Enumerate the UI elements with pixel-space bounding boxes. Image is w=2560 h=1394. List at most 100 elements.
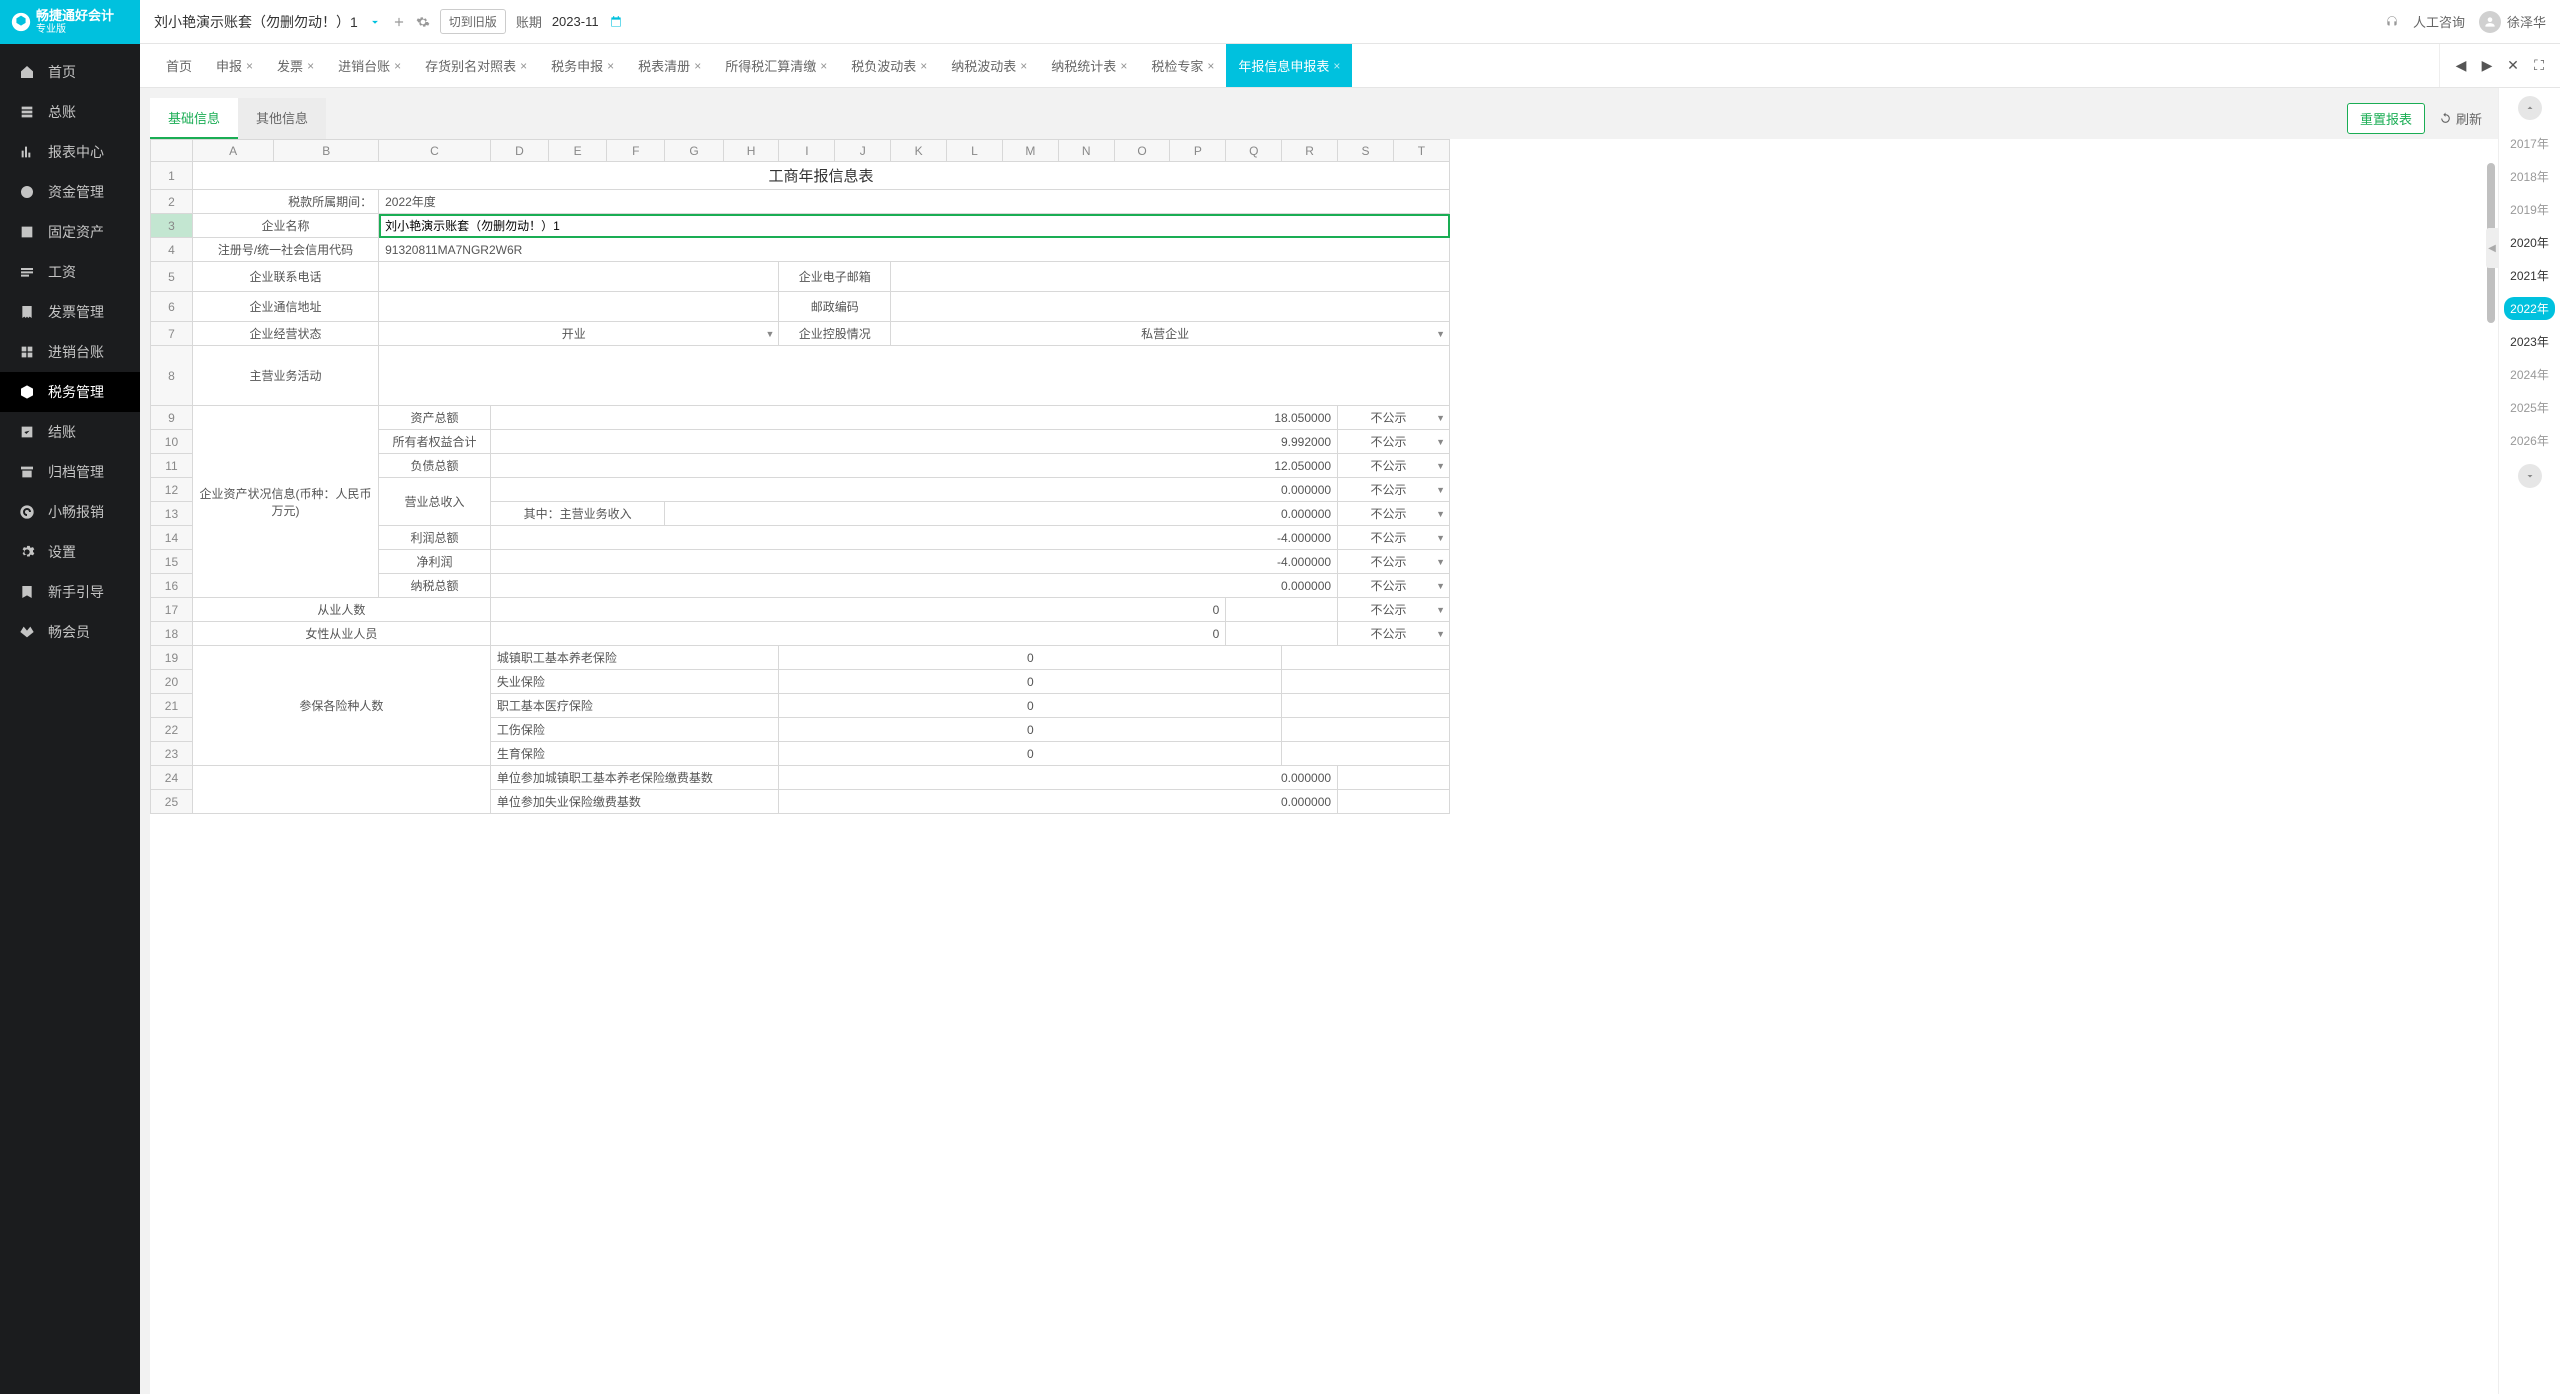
year-item-4[interactable]: 2021年 [2504, 264, 2555, 287]
status-select[interactable]: 开业 [379, 322, 779, 346]
year-item-3[interactable]: 2020年 [2504, 231, 2555, 254]
fin-sub-value[interactable]: 0.000000 [665, 502, 1338, 526]
ins-value-3[interactable]: 0 [779, 718, 1282, 742]
account-select[interactable]: 刘小艳演示账套（勿删勿动！）1 [154, 12, 358, 32]
fin-value-2[interactable]: 12.050000 [490, 454, 1337, 478]
year-down-icon[interactable] [2518, 464, 2542, 488]
row-header-19[interactable]: 19 [151, 646, 193, 670]
switch-old-button[interactable]: 切到旧版 [440, 9, 506, 34]
col-header-O[interactable]: O [1114, 140, 1170, 162]
col-header-C[interactable]: C [379, 140, 491, 162]
row-header-17[interactable]: 17 [151, 598, 193, 622]
col-header-A[interactable]: A [192, 140, 273, 162]
support-label[interactable]: 人工咨询 [2413, 12, 2465, 31]
row-header-14[interactable]: 14 [151, 526, 193, 550]
row-header-12[interactable]: 12 [151, 478, 193, 502]
horizontal-scrollbar[interactable] [150, 1382, 2498, 1394]
sidebar-item-assets[interactable]: 固定资产 [0, 212, 140, 252]
row-header-4[interactable]: 4 [151, 238, 193, 262]
col-header-G[interactable]: G [665, 140, 723, 162]
col-header-M[interactable]: M [1002, 140, 1058, 162]
col-header-L[interactable]: L [947, 140, 1003, 162]
sidebar-item-invoice[interactable]: 发票管理 [0, 292, 140, 332]
col-header-D[interactable]: D [490, 140, 548, 162]
sidebar-item-vip[interactable]: 畅会员 [0, 612, 140, 652]
row-header-23[interactable]: 23 [151, 742, 193, 766]
tabs-close-icon[interactable]: ✕ [2504, 57, 2522, 74]
tabs-prev-icon[interactable]: ◀ [2452, 57, 2470, 74]
row-header-8[interactable]: 8 [151, 346, 193, 406]
col-header-H[interactable]: H [723, 140, 779, 162]
fin-disc-1[interactable]: 不公示 [1338, 430, 1450, 454]
tab-close-icon[interactable]: × [1207, 59, 1214, 73]
ins-value-2[interactable]: 0 [779, 694, 1282, 718]
add-account-icon[interactable] [392, 15, 406, 29]
sidebar-item-settings[interactable]: 设置 [0, 532, 140, 572]
row-header-21[interactable]: 21 [151, 694, 193, 718]
phone-input[interactable] [379, 262, 779, 292]
year-up-icon[interactable] [2518, 96, 2542, 120]
row-header-11[interactable]: 11 [151, 454, 193, 478]
sidebar-item-inventory-ledger[interactable]: 进销台账 [0, 332, 140, 372]
tab-11[interactable]: 税检专家× [1139, 44, 1226, 87]
reset-report-button[interactable]: 重置报表 [2347, 103, 2425, 134]
period-calendar-icon[interactable] [609, 15, 623, 29]
fin-disc-4[interactable]: 不公示 [1338, 526, 1450, 550]
tab-1[interactable]: 申报× [204, 44, 265, 87]
row-header-10[interactable]: 10 [151, 430, 193, 454]
tab-10[interactable]: 纳税统计表× [1039, 44, 1139, 87]
user-menu[interactable]: 徐泽华 [2479, 11, 2546, 33]
sidebar-item-funds[interactable]: 资金管理 [0, 172, 140, 212]
col-header-F[interactable]: F [607, 140, 665, 162]
fin-value-4[interactable]: -4.000000 [490, 526, 1337, 550]
tab-8[interactable]: 税负波动表× [839, 44, 939, 87]
tab-3[interactable]: 进销台账× [326, 44, 413, 87]
col-header-J[interactable]: J [835, 140, 891, 162]
year-item-5[interactable]: 2022年 [2504, 297, 2555, 320]
col-header-R[interactable]: R [1282, 140, 1338, 162]
col-header-I[interactable]: I [779, 140, 835, 162]
tab-close-icon[interactable]: × [307, 59, 314, 73]
tab-close-icon[interactable]: × [1120, 59, 1127, 73]
tab-4[interactable]: 存货别名对照表× [413, 44, 539, 87]
col-header-T[interactable]: T [1393, 140, 1449, 162]
fin-value-0[interactable]: 18.050000 [490, 406, 1337, 430]
fin-sub-disc[interactable]: 不公示 [1338, 502, 1450, 526]
employees-value[interactable]: 0 [490, 598, 1225, 622]
col-header-K[interactable]: K [891, 140, 947, 162]
base-value-0[interactable]: 0.000000 [779, 766, 1338, 790]
female-employees-disc[interactable]: 不公示 [1338, 622, 1450, 646]
tab-close-icon[interactable]: × [920, 59, 927, 73]
row-header-6[interactable]: 6 [151, 292, 193, 322]
tab-close-icon[interactable]: × [1020, 59, 1027, 73]
row-header-9[interactable]: 9 [151, 406, 193, 430]
tab-close-icon[interactable]: × [820, 59, 827, 73]
vertical-scrollbar[interactable] [2486, 163, 2496, 1368]
tab-5[interactable]: 税务申报× [539, 44, 626, 87]
fin-value-1[interactable]: 9.992000 [490, 430, 1337, 454]
col-header-B[interactable]: B [274, 140, 379, 162]
collapse-year-panel-icon[interactable]: ◀ [2486, 228, 2498, 268]
tab-2[interactable]: 发票× [265, 44, 326, 87]
period-value-cell[interactable]: 2022年度 [379, 190, 1450, 214]
col-header-P[interactable]: P [1170, 140, 1226, 162]
row-header-22[interactable]: 22 [151, 718, 193, 742]
row-header-5[interactable]: 5 [151, 262, 193, 292]
address-input[interactable] [379, 292, 779, 322]
employees-disc[interactable]: 不公示 [1338, 598, 1450, 622]
sidebar-item-payroll[interactable]: 工资 [0, 252, 140, 292]
col-header-E[interactable]: E [549, 140, 607, 162]
sidebar-item-tax[interactable]: 税务管理 [0, 372, 140, 412]
row-header-16[interactable]: 16 [151, 574, 193, 598]
sub-tab-1[interactable]: 其他信息 [238, 98, 326, 139]
holding-select[interactable]: 私营企业 [891, 322, 1450, 346]
ins-value-4[interactable]: 0 [779, 742, 1282, 766]
fin-value-5[interactable]: -4.000000 [490, 550, 1337, 574]
row-header-7[interactable]: 7 [151, 322, 193, 346]
female-employees-value[interactable]: 0 [490, 622, 1225, 646]
sidebar-item-ledger[interactable]: 总账 [0, 92, 140, 132]
postcode-input[interactable] [891, 292, 1450, 322]
fin-disc-2[interactable]: 不公示 [1338, 454, 1450, 478]
tab-close-icon[interactable]: × [607, 59, 614, 73]
row-header-20[interactable]: 20 [151, 670, 193, 694]
